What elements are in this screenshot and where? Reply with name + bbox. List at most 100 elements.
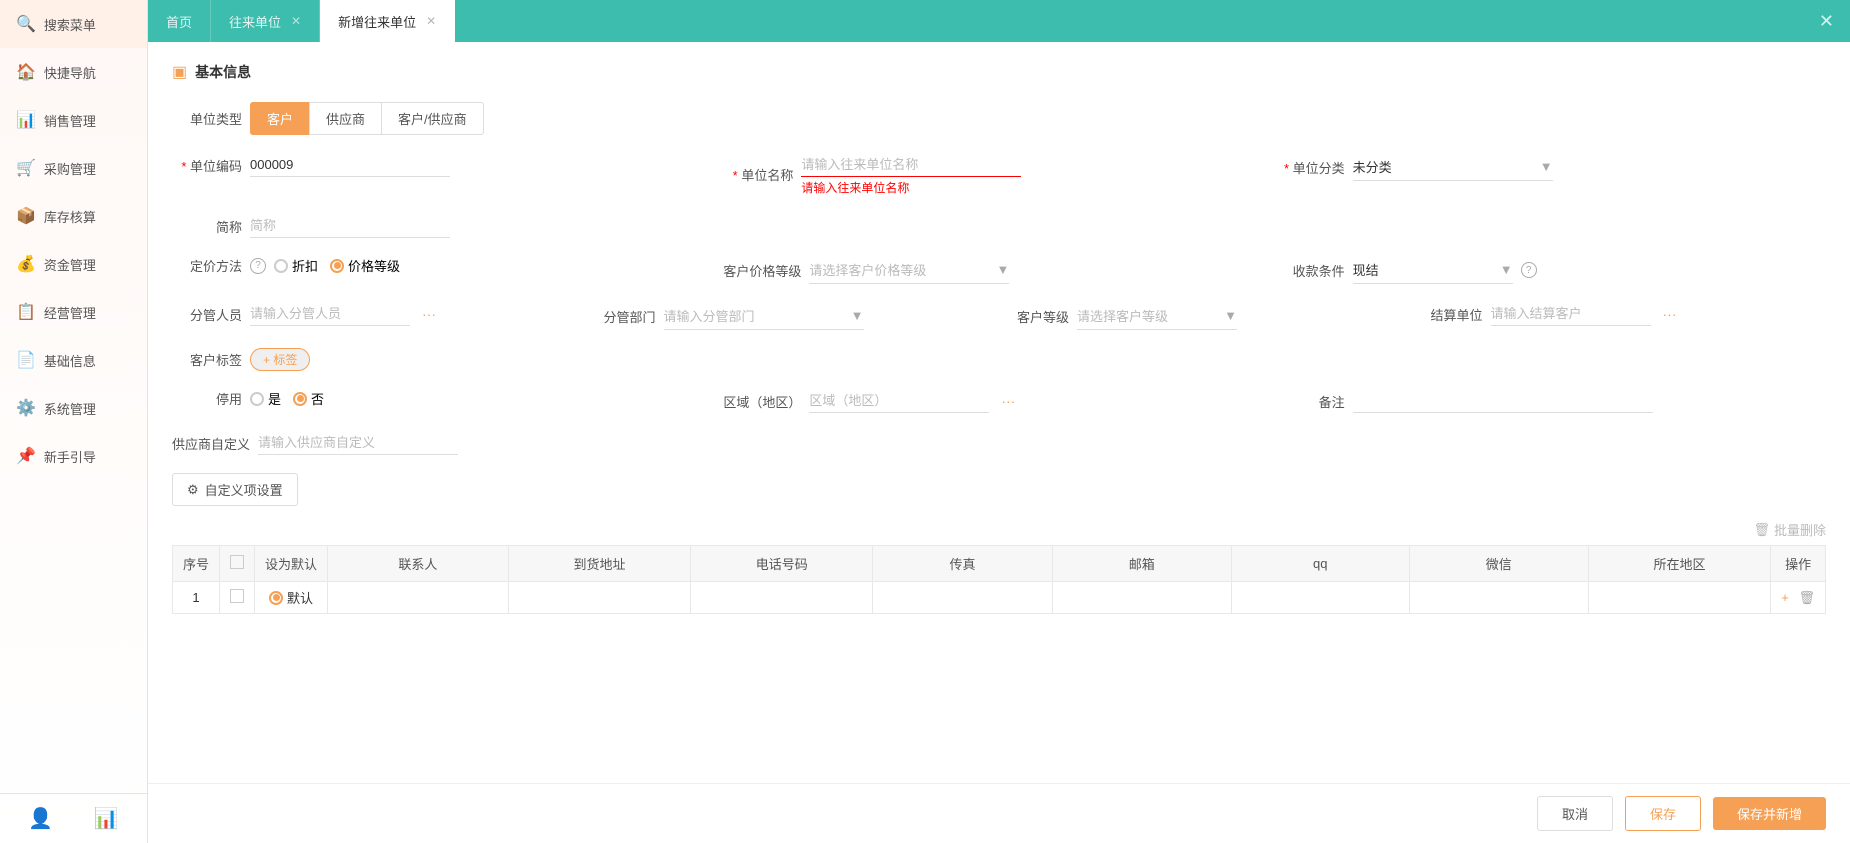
customer-level-select[interactable]: 请选择客户等级 ▼	[1077, 302, 1237, 330]
table-row: 1 默认	[173, 582, 1826, 614]
cell-email[interactable]	[1052, 582, 1231, 614]
cell-region[interactable]	[1588, 582, 1770, 614]
sidebar-item-finance[interactable]: 💰 资金管理	[0, 240, 147, 288]
region-more-icon[interactable]: ···	[997, 393, 1019, 409]
unit-code-input[interactable]	[250, 153, 450, 177]
sidebar-item-system[interactable]: ⚙️ 系统管理	[0, 384, 147, 432]
sidebar-item-basic-info[interactable]: 📄 基础信息	[0, 336, 147, 384]
sidebar-item-guide[interactable]: 📌 新手引导	[0, 432, 147, 480]
supplier-custom-input[interactable]	[258, 431, 458, 455]
sidebar-item-search[interactable]: 🔍 搜索菜单	[0, 0, 147, 48]
delete-row-icon[interactable]: 🗑	[1798, 590, 1815, 605]
close-partners-tab[interactable]: ✕	[291, 14, 301, 28]
radio-price-level[interactable]: 价格等级	[330, 256, 400, 275]
address-input[interactable]	[519, 590, 680, 605]
radio-no[interactable]: 否	[293, 389, 324, 408]
radio-price-level-circle	[330, 259, 344, 273]
department-placeholder: 请输入分管部门	[664, 306, 755, 325]
cart-icon: 🛒	[16, 158, 36, 178]
fax-input[interactable]	[883, 590, 1041, 605]
sidebar-item-inventory[interactable]: 📦 库存核算	[0, 192, 147, 240]
custom-settings-button[interactable]: ⚙ 自定义项设置	[172, 473, 298, 506]
supplier-custom-row: 供应商自定义	[172, 431, 1826, 455]
tags-group: 客户标签 + 标签	[172, 348, 1826, 371]
search-icon: 🔍	[16, 14, 36, 34]
unit-type-customer[interactable]: 客户	[250, 102, 309, 135]
row-region-input[interactable]	[1599, 590, 1760, 605]
manager-more-icon[interactable]: ···	[418, 306, 440, 322]
payment-terms-select[interactable]: 现结 ▼	[1353, 256, 1513, 284]
cell-weixin[interactable]	[1409, 582, 1588, 614]
contact-input[interactable]	[338, 590, 498, 605]
col-header-phone: 电话号码	[691, 546, 873, 582]
unit-type-supplier[interactable]: 供应商	[309, 102, 381, 135]
clipboard-icon: 📋	[16, 302, 36, 322]
disabled-group: 停用 是 否	[172, 389, 723, 408]
cell-contact[interactable]	[328, 582, 509, 614]
customer-price-level-group: 客户价格等级 请选择客户价格等级 ▼	[723, 256, 1274, 284]
radio-discount-circle	[274, 259, 288, 273]
tab-home[interactable]: 首页	[148, 0, 211, 42]
add-tag-button[interactable]: + 标签	[250, 348, 310, 371]
sidebar-item-operations[interactable]: 📋 经营管理	[0, 288, 147, 336]
batch-delete-button[interactable]: 🗑 批量删除	[1753, 520, 1826, 539]
weixin-input[interactable]	[1420, 590, 1578, 605]
section-header: ▣ 基本信息	[172, 62, 1826, 82]
tab-partners[interactable]: 往来单位 ✕	[211, 0, 320, 42]
cell-checkbox[interactable]	[220, 582, 255, 614]
unit-category-value: 未分类	[1353, 157, 1392, 176]
add-row-icon[interactable]: +	[1781, 590, 1789, 605]
cancel-button[interactable]: 取消	[1537, 796, 1613, 831]
email-input[interactable]	[1063, 590, 1221, 605]
pricing-method-group: 定价方法 ? 折扣 价格等级	[172, 256, 723, 275]
payment-terms-value: 现结	[1353, 260, 1379, 279]
customer-price-level-select[interactable]: 请选择客户价格等级 ▼	[809, 256, 1009, 284]
row-checkbox[interactable]	[230, 589, 244, 603]
save-button[interactable]: 保存	[1625, 796, 1701, 831]
cell-phone[interactable]	[691, 582, 873, 614]
close-new-partner-tab[interactable]: ✕	[426, 14, 436, 28]
department-group: 分管部门 请输入分管部门 ▼	[586, 302, 1000, 330]
tab-new-partner[interactable]: 新增往来单位 ✕	[320, 0, 455, 42]
table-toolbar: 🗑 批量删除	[172, 520, 1826, 539]
unit-type-label: 单位类型	[172, 109, 242, 128]
gear-icon: ⚙️	[16, 398, 36, 418]
tags-label: 客户标签	[172, 350, 242, 369]
cell-fax[interactable]	[873, 582, 1052, 614]
stats-icon[interactable]: 📊	[94, 806, 119, 831]
radio-discount[interactable]: 折扣	[274, 256, 318, 275]
sidebar-item-sales[interactable]: 📊 销售管理	[0, 96, 147, 144]
short-name-input[interactable]	[250, 214, 450, 238]
unit-name-input[interactable]	[801, 153, 1021, 177]
region-input[interactable]	[809, 389, 989, 413]
sidebar-item-quick-nav[interactable]: 🏠 快捷导航	[0, 48, 147, 96]
window-close-icon[interactable]: ✕	[1803, 11, 1850, 32]
payment-info-icon[interactable]: ?	[1521, 262, 1537, 278]
user-icon[interactable]: 👤	[28, 806, 53, 831]
section-icon: ▣	[172, 62, 187, 82]
phone-input[interactable]	[701, 590, 862, 605]
department-select[interactable]: 请输入分管部门 ▼	[664, 302, 864, 330]
unit-type-both[interactable]: 客户/供应商	[381, 102, 484, 135]
settlement-more-icon[interactable]: ···	[1659, 306, 1681, 322]
col-header-region: 所在地区	[1588, 546, 1770, 582]
sidebar: 🔍 搜索菜单 🏠 快捷导航 📊 销售管理 🛒 采购管理 📦 库存核算 💰 资金管…	[0, 0, 148, 843]
manager-input[interactable]	[250, 302, 410, 326]
unit-category-select[interactable]: 未分类 ▼	[1353, 153, 1553, 181]
qq-input[interactable]	[1242, 590, 1399, 605]
cell-address[interactable]	[508, 582, 690, 614]
settlement-unit-input[interactable]	[1491, 302, 1651, 326]
cell-qq[interactable]	[1231, 582, 1409, 614]
select-all-checkbox[interactable]	[230, 555, 244, 569]
save-and-new-button[interactable]: 保存并新增	[1713, 797, 1826, 830]
pricing-info-icon[interactable]: ?	[250, 258, 266, 274]
remarks-input[interactable]	[1353, 389, 1653, 413]
col-header-no: 序号	[173, 546, 220, 582]
radio-yes[interactable]: 是	[250, 389, 281, 408]
pricing-radio-group: 折扣 价格等级	[274, 256, 400, 275]
sidebar-item-purchase[interactable]: 🛒 采购管理	[0, 144, 147, 192]
unit-type-group: 单位类型 客户 供应商 客户/供应商	[172, 102, 1826, 135]
default-radio[interactable]: 默认	[265, 588, 317, 607]
supplier-custom-group: 供应商自定义	[172, 431, 1826, 455]
category-arrow-icon: ▼	[1540, 159, 1553, 174]
